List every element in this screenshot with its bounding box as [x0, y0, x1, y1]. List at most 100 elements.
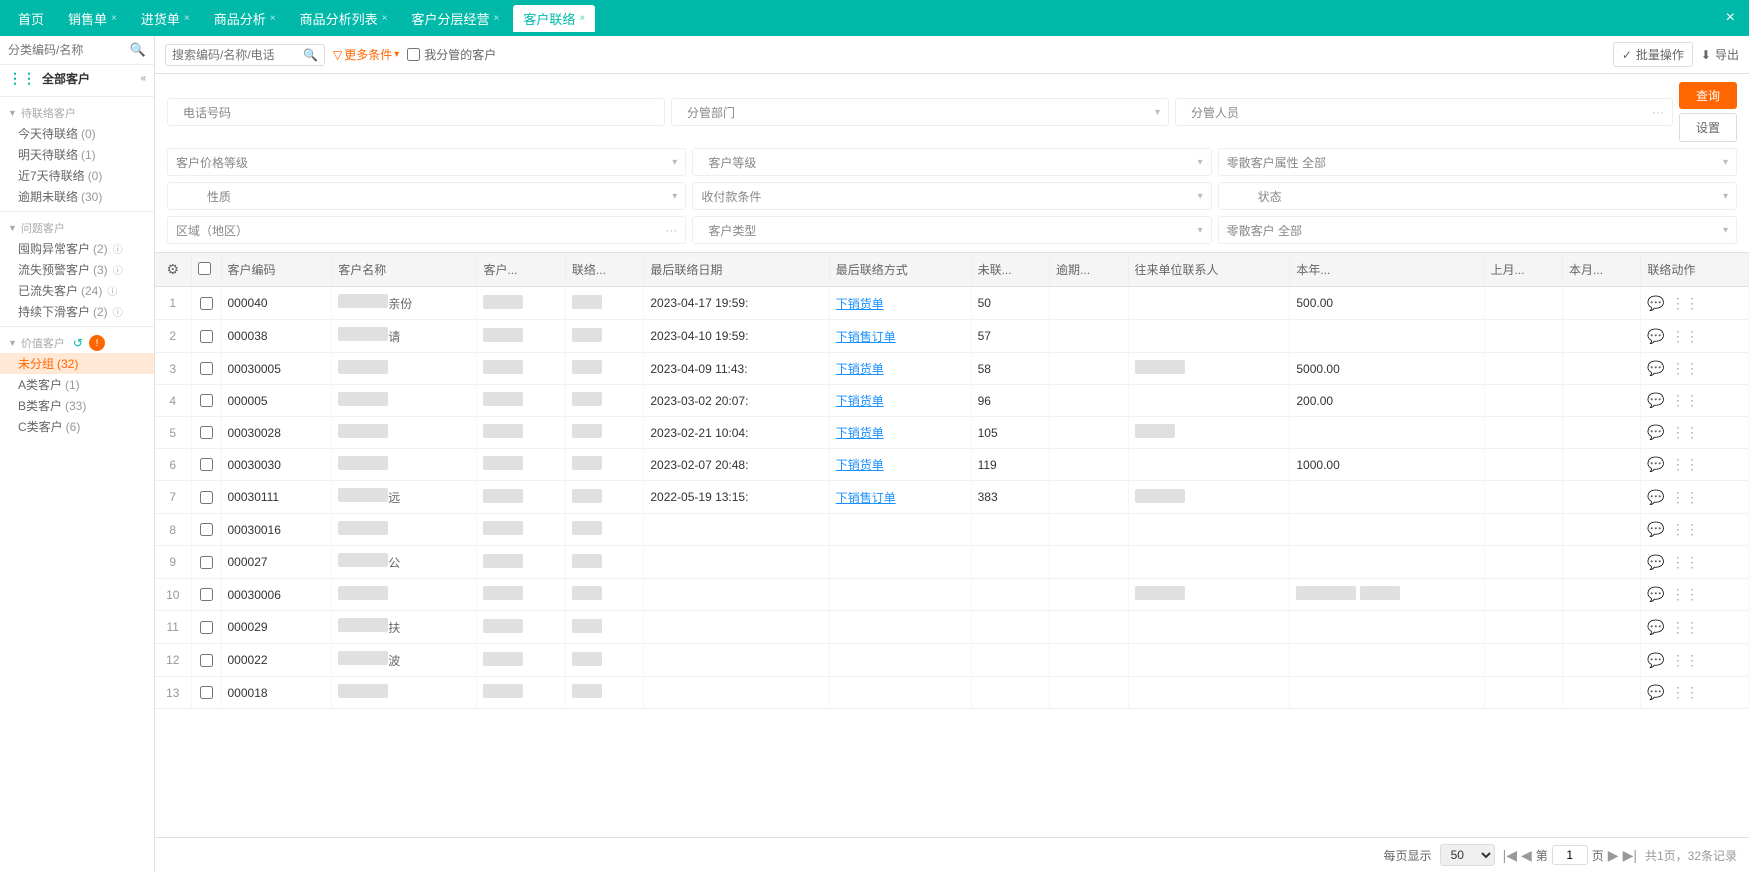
gear-icon[interactable]: ⚙ [166, 261, 179, 277]
sidebar-item-warning[interactable]: 流失预警客户 (3) ⓘ [0, 259, 154, 280]
sidebar-item-7days[interactable]: 近7天待联络 (0) [0, 165, 154, 186]
my-customers-checkbox[interactable] [407, 48, 420, 61]
menu-icon[interactable]: ⋮⋮ [1671, 424, 1699, 441]
export-btn[interactable]: ⬇ 导出 [1701, 46, 1739, 63]
refresh-icon[interactable]: ↺ [73, 336, 83, 350]
chat-icon[interactable]: 💬 [1647, 554, 1664, 571]
row-checkbox[interactable] [200, 394, 213, 407]
query-btn[interactable]: 查询 [1679, 82, 1737, 109]
filter-phone[interactable]: 电话号码 [167, 98, 665, 126]
sidebar-item-a[interactable]: A类客户 (1) [0, 374, 154, 395]
filter-payment[interactable]: 收付款条件 ▾ [692, 182, 1211, 210]
row-checkbox[interactable] [200, 686, 213, 699]
sidebar-item-c[interactable]: C类客户 (6) [0, 416, 154, 437]
menu-icon[interactable]: ⋮⋮ [1671, 586, 1699, 603]
chat-icon[interactable]: 💬 [1647, 295, 1664, 312]
chat-icon[interactable]: 💬 [1647, 684, 1664, 701]
nav-home[interactable]: 首页 [8, 5, 54, 32]
filter-cust-type[interactable]: 客户类型 ▾ [692, 216, 1211, 244]
row-checkbox[interactable] [200, 426, 213, 439]
filter-dept[interactable]: 分管部门 ▾ [671, 98, 1169, 126]
nav-product-analysis-close[interactable]: × [270, 13, 276, 24]
sidebar-value-header[interactable]: ▼ 价值客户 ↺ ! [0, 331, 154, 353]
sidebar-waiting-header[interactable]: ▼ 待联络客户 [0, 101, 154, 123]
nav-close-all[interactable]: × [1720, 9, 1741, 27]
sidebar-all-customers[interactable]: ⋮⋮ 全部客户 « [0, 65, 154, 92]
nav-sales[interactable]: 销售单 × [58, 5, 127, 32]
search-input[interactable] [172, 48, 299, 62]
sidebar-item-ungroup[interactable]: 未分组 (32) [0, 353, 154, 374]
last-page-btn[interactable]: ▶| [1623, 847, 1637, 864]
sidebar-item-tomorrow[interactable]: 明天待联络 (1) [0, 144, 154, 165]
menu-icon[interactable]: ⋮⋮ [1671, 295, 1699, 312]
filter-retail-all[interactable]: 零散客户 全部 ▾ [1218, 216, 1737, 244]
chat-icon[interactable]: 💬 [1647, 586, 1664, 603]
last-method-link[interactable]: 下销货单 [836, 426, 884, 440]
filter-region[interactable]: 区域（地区） ··· [167, 216, 686, 244]
sidebar-search-input[interactable] [8, 43, 126, 57]
menu-icon[interactable]: ⋮⋮ [1671, 456, 1699, 473]
menu-icon[interactable]: ⋮⋮ [1671, 652, 1699, 669]
nav-purchase[interactable]: 进货单 × [131, 5, 200, 32]
sidebar-item-overdue[interactable]: 逾期未联络 (30) [0, 186, 154, 207]
row-checkbox[interactable] [200, 491, 213, 504]
row-checkbox[interactable] [200, 458, 213, 471]
nav-product-list-close[interactable]: × [382, 13, 388, 24]
reset-btn[interactable]: 设置 [1679, 113, 1737, 142]
nav-sales-close[interactable]: × [111, 13, 117, 24]
sidebar-item-declining[interactable]: 持续下滑客户 (2) ⓘ [0, 301, 154, 322]
nav-customer-contact[interactable]: 客户联络 × [513, 5, 595, 32]
select-all-checkbox[interactable] [198, 262, 211, 275]
row-checkbox[interactable] [200, 654, 213, 667]
sidebar-problem-header[interactable]: ▼ 问题客户 [0, 216, 154, 238]
next-page-btn[interactable]: ▶ [1608, 847, 1619, 864]
row-checkbox[interactable] [200, 362, 213, 375]
chat-icon[interactable]: 💬 [1647, 360, 1664, 377]
nav-purchase-close[interactable]: × [184, 13, 190, 24]
row-checkbox[interactable] [200, 330, 213, 343]
menu-icon[interactable]: ⋮⋮ [1671, 684, 1699, 701]
collapse-all-icon[interactable]: « [140, 73, 146, 84]
per-page-select[interactable]: 50 20 100 [1440, 844, 1495, 866]
chat-icon[interactable]: 💬 [1647, 328, 1664, 345]
filter-nature[interactable]: 性质 ▾ [167, 182, 686, 210]
last-method-link[interactable]: 下销货单 [836, 394, 884, 408]
filter-person[interactable]: 分管人员 ··· [1175, 98, 1673, 126]
menu-icon[interactable]: ⋮⋮ [1671, 360, 1699, 377]
chat-icon[interactable]: 💬 [1647, 424, 1664, 441]
chat-icon[interactable]: 💬 [1647, 619, 1664, 636]
row-checkbox[interactable] [200, 297, 213, 310]
sidebar-search-icon[interactable]: 🔍 [130, 42, 146, 58]
last-method-link[interactable]: 下销货单 [836, 297, 884, 311]
chat-icon[interactable]: 💬 [1647, 392, 1664, 409]
my-customers-check[interactable]: 我分管的客户 [407, 46, 496, 63]
chat-icon[interactable]: 💬 [1647, 489, 1664, 506]
row-checkbox[interactable] [200, 523, 213, 536]
filter-status[interactable]: 状态 ▾ [1218, 182, 1737, 210]
sidebar-item-abnormal[interactable]: 囤购异常客户 (2) ⓘ [0, 238, 154, 259]
filter-retail-attr[interactable]: 零散客户属性 全部 ▾ [1218, 148, 1737, 176]
last-method-link[interactable]: 下销售订单 [836, 491, 896, 505]
filter-price-grade[interactable]: 客户价格等级 ▾ [167, 148, 686, 176]
nav-customer-segment-close[interactable]: × [493, 13, 499, 24]
chat-icon[interactable]: 💬 [1647, 456, 1664, 473]
menu-icon[interactable]: ⋮⋮ [1671, 554, 1699, 571]
menu-icon[interactable]: ⋮⋮ [1671, 489, 1699, 506]
last-method-link[interactable]: 下销货单 [836, 362, 884, 376]
more-conditions-btn[interactable]: ▽ 更多条件 ▾ [333, 46, 399, 63]
row-checkbox[interactable] [200, 588, 213, 601]
sidebar-item-lost[interactable]: 已流失客户 (24) ⓘ [0, 280, 154, 301]
sidebar-item-today[interactable]: 今天待联络 (0) [0, 123, 154, 144]
sidebar-item-b[interactable]: B类客户 (33) [0, 395, 154, 416]
row-checkbox[interactable] [200, 556, 213, 569]
first-page-btn[interactable]: |◀ [1503, 847, 1517, 864]
page-input[interactable] [1552, 845, 1588, 865]
last-method-link[interactable]: 下销货单 [836, 458, 884, 472]
row-checkbox[interactable] [200, 621, 213, 634]
search-box-icon[interactable]: 🔍 [303, 48, 318, 62]
chat-icon[interactable]: 💬 [1647, 652, 1664, 669]
nav-product-analysis[interactable]: 商品分析 × [204, 5, 286, 32]
prev-page-btn[interactable]: ◀ [1521, 847, 1532, 864]
menu-icon[interactable]: ⋮⋮ [1671, 392, 1699, 409]
nav-product-list[interactable]: 商品分析列表 × [290, 5, 398, 32]
